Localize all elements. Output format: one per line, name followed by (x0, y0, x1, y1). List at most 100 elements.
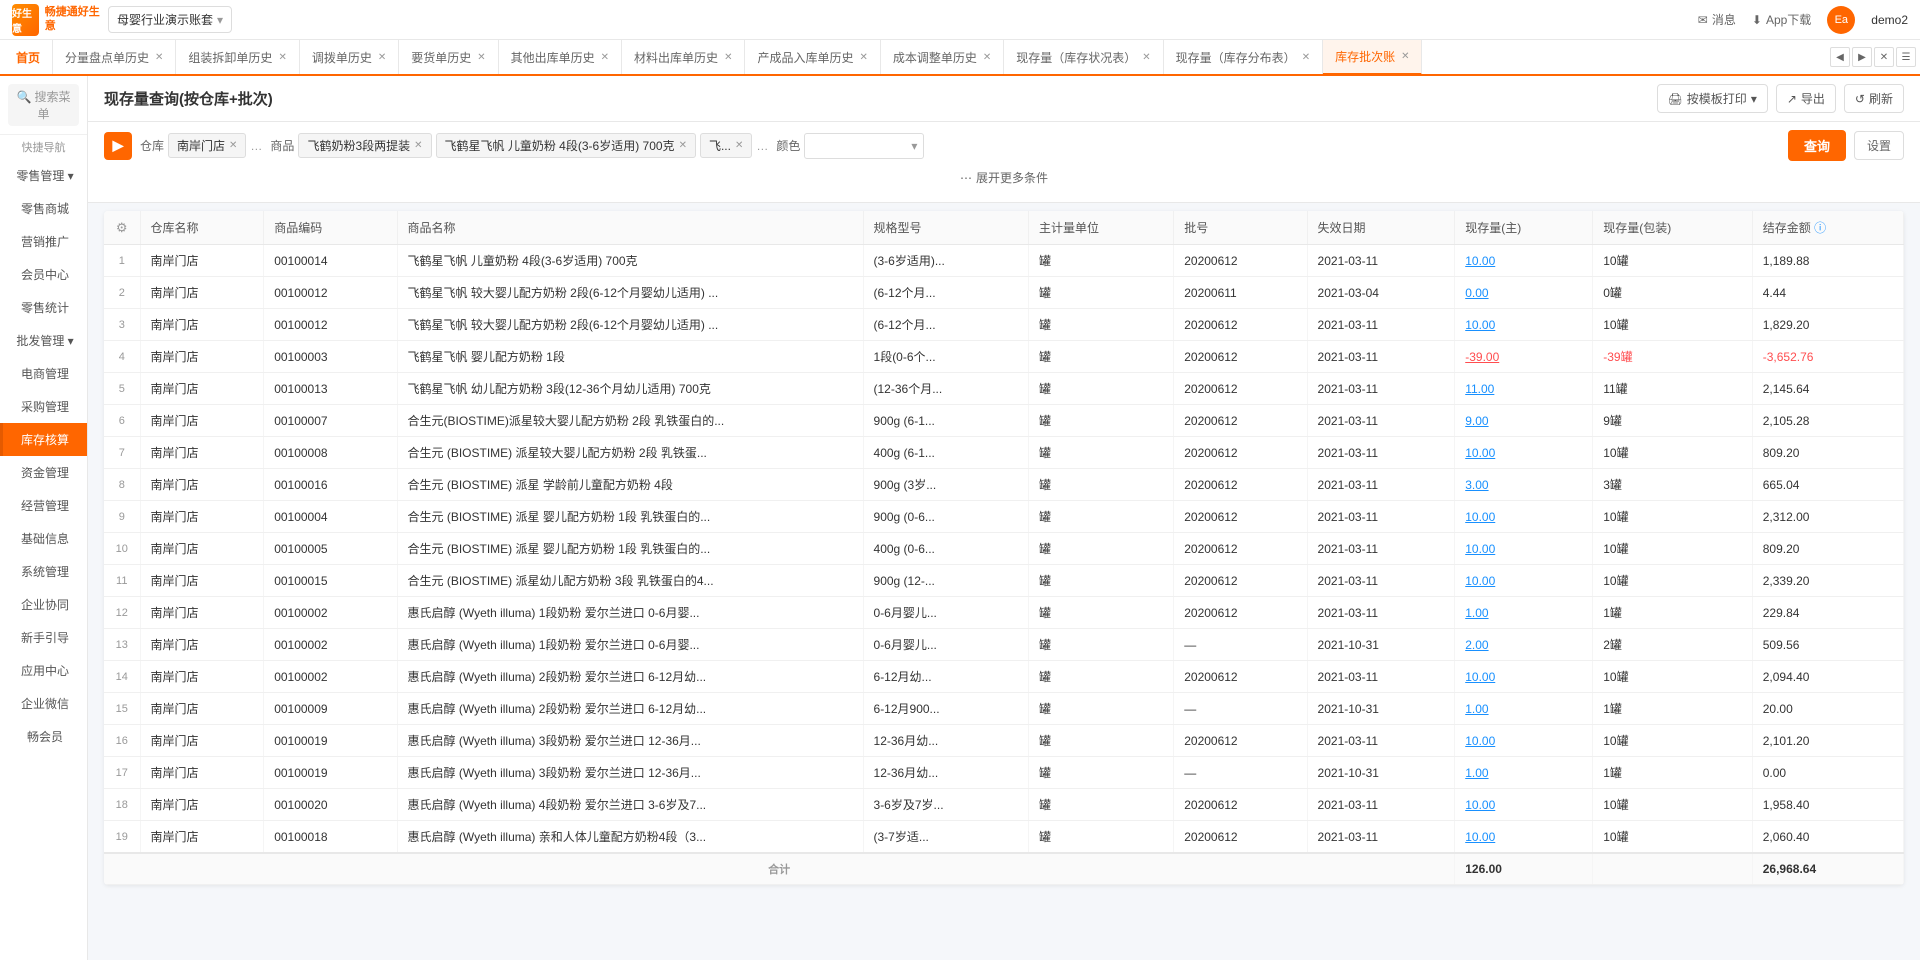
row-qty-main[interactable]: 10.00 (1455, 501, 1593, 533)
warehouse-more[interactable]: … (250, 139, 262, 153)
close-icon[interactable]: ✕ (378, 52, 386, 63)
query-button[interactable]: 查询 (1788, 130, 1846, 161)
sidebar-search-area[interactable]: 🔍 搜索菜单 (0, 76, 87, 135)
close-icon[interactable]: ✕ (155, 52, 163, 63)
tab-close-button[interactable]: ✕ (1874, 47, 1894, 67)
sidebar-item-operation[interactable]: 经营管理 (0, 489, 87, 522)
close-icon[interactable]: ✕ (1401, 51, 1409, 62)
tab-chenben[interactable]: 成本调整单历史 ✕ (881, 40, 1004, 75)
gear-icon[interactable]: ⚙ (116, 220, 128, 235)
sidebar-item-member[interactable]: 会员中心 (0, 258, 87, 291)
remove-product1-icon[interactable]: ✕ (414, 140, 422, 151)
tab-prev-button[interactable]: ◀ (1830, 47, 1850, 67)
row-qty-main[interactable]: 1.00 (1455, 757, 1593, 789)
row-qty-main[interactable]: 0.00 (1455, 277, 1593, 309)
tab-cailiaochu[interactable]: 材料出库单历史 ✕ (622, 40, 745, 75)
expand-more-button[interactable]: ⋯ 展开更多条件 (956, 165, 1052, 190)
row-code: 00100019 (264, 757, 397, 789)
sidebar-item-wholesale[interactable]: 批发管理 ▾ (0, 324, 87, 357)
row-qty-main[interactable]: 2.00 (1455, 629, 1593, 661)
tab-fenpan[interactable]: 分量盘点单历史 ✕ (53, 40, 176, 75)
close-icon[interactable]: ✕ (1142, 52, 1150, 63)
quick-nav-label[interactable]: 快捷导航 (0, 135, 87, 159)
close-icon[interactable]: ✕ (724, 52, 732, 63)
sidebar-item-retail-stat[interactable]: 零售统计 (0, 291, 87, 324)
row-qty-main[interactable]: 1.00 (1455, 597, 1593, 629)
row-unit: 罐 (1029, 373, 1174, 405)
sidebar-item-finance[interactable]: 资金管理 (0, 456, 87, 489)
org-selector[interactable]: 母婴行业演示账套 ▾ (108, 6, 232, 33)
search-menu-button[interactable]: 🔍 搜索菜单 (8, 84, 79, 126)
sidebar-item-apps[interactable]: 应用中心 (0, 654, 87, 687)
row-expire: 2021-03-11 (1307, 661, 1455, 693)
sidebar-item-marketing[interactable]: 营销推广 (0, 225, 87, 258)
tab-yaohuo[interactable]: 要货单历史 ✕ (399, 40, 498, 75)
row-qty-main[interactable]: 10.00 (1455, 533, 1593, 565)
col-setting[interactable]: ⚙ (104, 211, 140, 245)
sidebar-item-changhuiyuan[interactable]: 畅会员 (0, 720, 87, 753)
tab-home[interactable]: 首页 (4, 40, 53, 75)
template-print-button[interactable]: 🖨 按模板打印 ▾ (1657, 84, 1768, 113)
product-tag-2[interactable]: 飞鹤星飞帆 儿童奶粉 4段(3-6岁适用) 700克 ✕ (436, 133, 696, 158)
row-qty-main[interactable]: 1.00 (1455, 693, 1593, 725)
tab-qitachu[interactable]: 其他出库单历史 ✕ (499, 40, 622, 75)
row-qty-main[interactable]: 11.00 (1455, 373, 1593, 405)
row-qty-main[interactable]: 10.00 (1455, 245, 1593, 277)
row-qty-main[interactable]: 10.00 (1455, 821, 1593, 854)
row-qty-main[interactable]: 10.00 (1455, 725, 1593, 757)
user-name[interactable]: demo2 (1871, 13, 1908, 27)
page-title: 现存量查询(按仓库+批次) (104, 88, 273, 109)
tab-menu-button[interactable]: ☰ (1896, 47, 1916, 67)
product-tag-1[interactable]: 飞鹤奶粉3段两提装 ✕ (298, 133, 431, 158)
tab-xiancunfen[interactable]: 现存量（库存分布表） ✕ (1164, 40, 1323, 75)
sidebar-item-system[interactable]: 系统管理 (0, 555, 87, 588)
row-qty-main[interactable]: 10.00 (1455, 437, 1593, 469)
close-icon[interactable]: ✕ (1302, 52, 1310, 63)
row-qty-main[interactable]: 10.00 (1455, 309, 1593, 341)
close-icon[interactable]: ✕ (278, 52, 286, 63)
sidebar-item-inventory[interactable]: 库存核算 (0, 423, 87, 456)
warehouse-tag[interactable]: 南岸门店 ✕ (168, 133, 246, 158)
product-more[interactable]: … (756, 139, 768, 153)
sidebar-item-basic[interactable]: 基础信息 (0, 522, 87, 555)
close-icon[interactable]: ✕ (983, 52, 991, 63)
row-warehouse: 南岸门店 (140, 501, 264, 533)
sidebar-item-retail-mall[interactable]: 零售商城 (0, 192, 87, 225)
sidebar-item-wechat[interactable]: 企业微信 (0, 687, 87, 720)
export-button[interactable]: ↗ 导出 (1776, 84, 1836, 113)
remove-product-more-icon[interactable]: ✕ (735, 140, 743, 151)
row-qty-main[interactable]: 10.00 (1455, 789, 1593, 821)
refresh-button[interactable]: ↺ 刷新 (1844, 84, 1904, 113)
remove-product2-icon[interactable]: ✕ (679, 140, 687, 151)
tab-kucunpici[interactable]: 库存批次账 ✕ (1323, 40, 1422, 75)
tab-diaobo[interactable]: 调拨单历史 ✕ (300, 40, 399, 75)
product-tag-more[interactable]: 飞... ✕ (700, 133, 752, 158)
sidebar-item-purchase[interactable]: 采购管理 (0, 390, 87, 423)
tab-xiancunzhuang[interactable]: 现存量（库存状况表） ✕ (1004, 40, 1163, 75)
row-batch: 20200612 (1174, 821, 1307, 854)
row-qty-main[interactable]: -39.00 (1455, 341, 1593, 373)
settings-button[interactable]: 设置 (1854, 131, 1904, 160)
row-qty-main[interactable]: 10.00 (1455, 565, 1593, 597)
row-qty-main[interactable]: 9.00 (1455, 405, 1593, 437)
close-icon[interactable]: ✕ (601, 52, 609, 63)
filter-expand-button[interactable]: ▶ (104, 132, 132, 160)
color-dropdown[interactable]: ▾ (804, 133, 924, 159)
close-icon[interactable]: ✕ (477, 52, 485, 63)
app-download-button[interactable]: ⬇ App下载 (1752, 11, 1811, 28)
row-batch: 20200612 (1174, 597, 1307, 629)
row-qty-main[interactable]: 10.00 (1455, 661, 1593, 693)
sidebar-item-ecommerce[interactable]: 电商管理 (0, 357, 87, 390)
sidebar-item-retail[interactable]: 零售管理 ▾ (0, 159, 87, 192)
message-button[interactable]: ✉ 消息 (1698, 11, 1736, 28)
row-idx: 17 (104, 757, 140, 789)
tab-zuzhuang[interactable]: 组装拆卸单历史 ✕ (176, 40, 299, 75)
sidebar-item-guide[interactable]: 新手引导 (0, 621, 87, 654)
tab-next-button[interactable]: ▶ (1852, 47, 1872, 67)
tab-chengpinru[interactable]: 产成品入库单历史 ✕ (745, 40, 880, 75)
sidebar-item-corp[interactable]: 企业协同 (0, 588, 87, 621)
remove-warehouse-icon[interactable]: ✕ (229, 140, 237, 151)
close-icon[interactable]: ✕ (859, 52, 867, 63)
row-qty-main[interactable]: 3.00 (1455, 469, 1593, 501)
row-unit: 罐 (1029, 821, 1174, 854)
